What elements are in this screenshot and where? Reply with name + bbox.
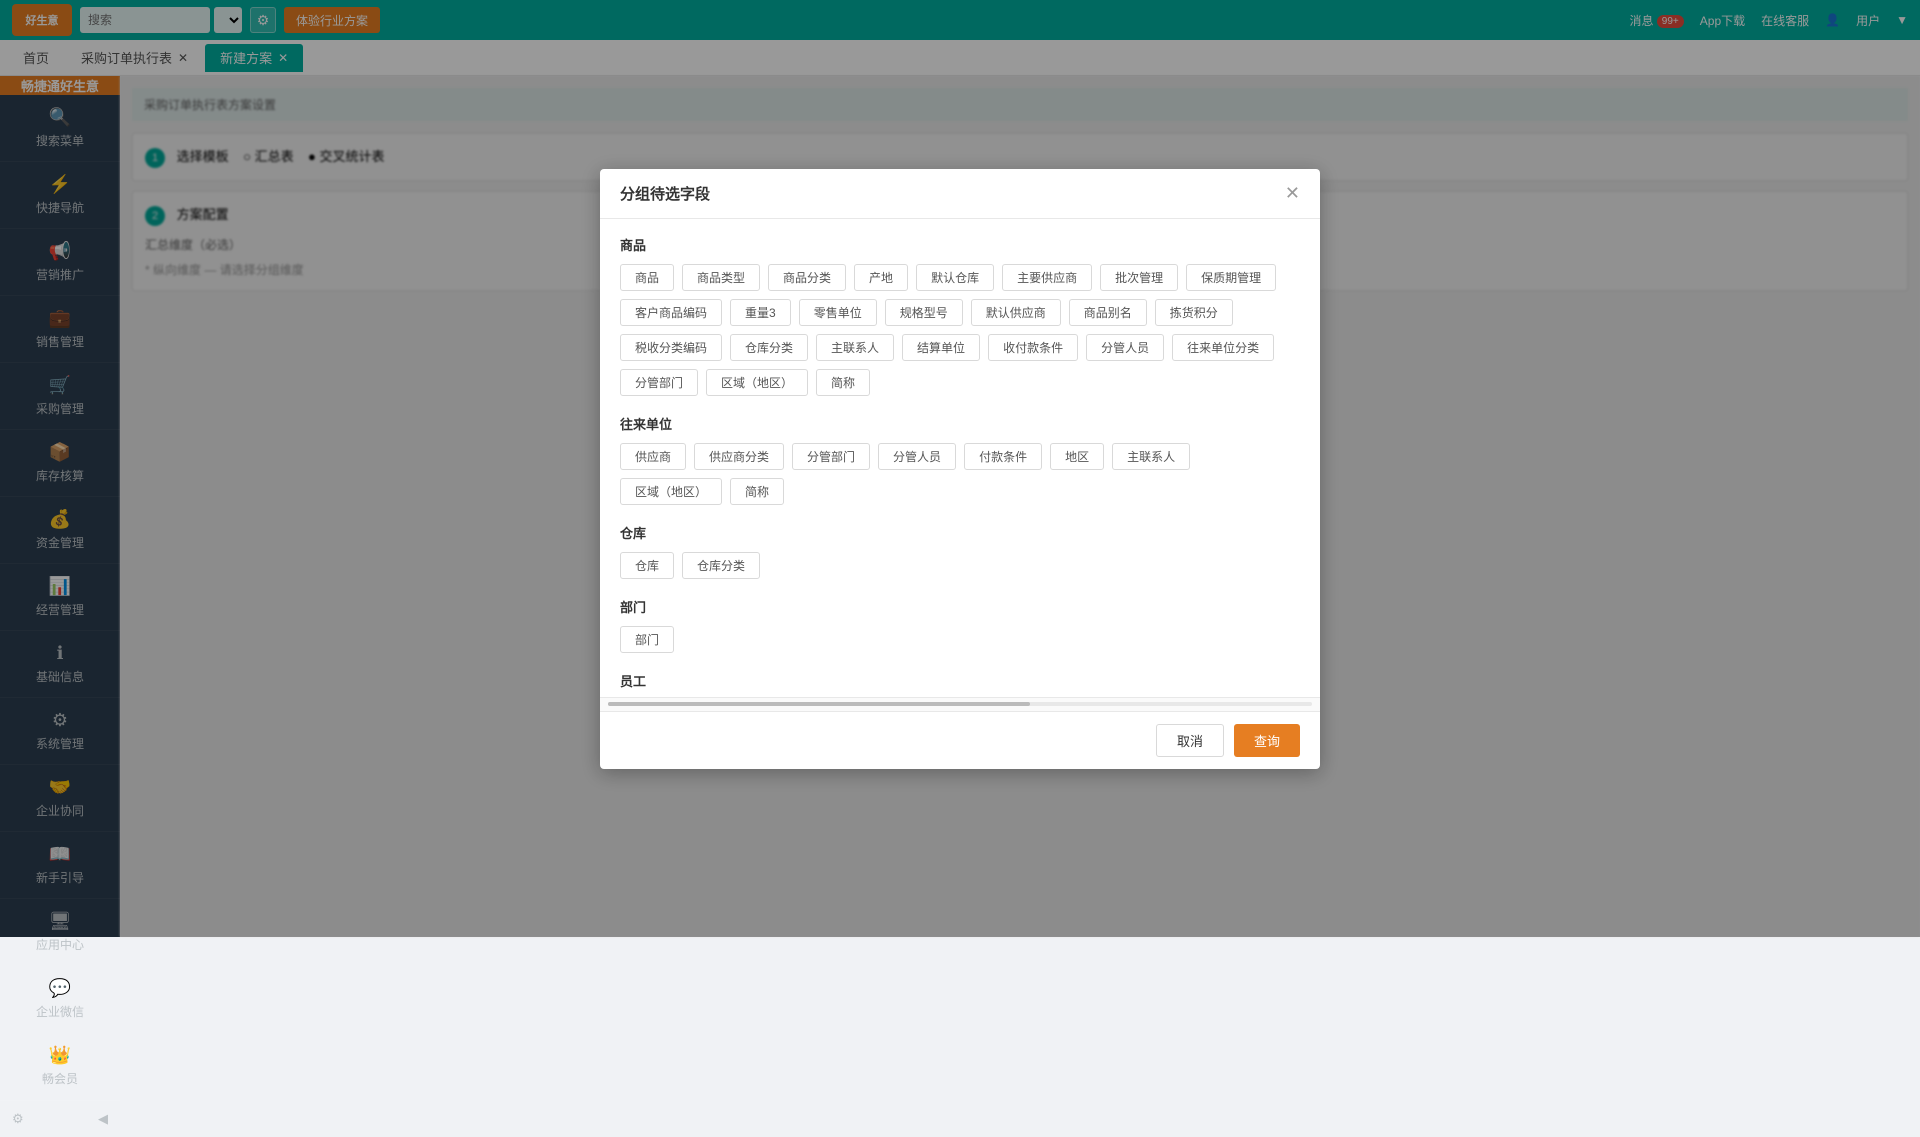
field-tag-supervisor[interactable]: 分管人员 [1086, 334, 1164, 361]
field-tag-main-supplier[interactable]: 主要供应商 [1002, 264, 1092, 291]
field-tag-dept[interactable]: 分管部门 [620, 369, 698, 396]
sidebar-collapse-icon[interactable]: ◀ [98, 1111, 108, 1127]
field-tag-retail-unit[interactable]: 零售单位 [799, 299, 877, 326]
field-tag-spec-model[interactable]: 规格型号 [885, 299, 963, 326]
field-tag-transaction-category[interactable]: 往来单位分类 [1172, 334, 1274, 361]
field-tag-warehouse-category[interactable]: 仓库分类 [730, 334, 808, 361]
field-tag-default-warehouse[interactable]: 默认仓库 [916, 264, 994, 291]
modal-horizontal-scrollbar[interactable] [600, 697, 1320, 711]
field-tag-pick-points[interactable]: 拣货积分 [1155, 299, 1233, 326]
field-tag-tax-code[interactable]: 税收分类编码 [620, 334, 722, 361]
field-tag-product-alias[interactable]: 商品别名 [1069, 299, 1147, 326]
department-fields: 部门 [620, 626, 1300, 653]
sidebar-item-apps-label: 应用中心 [36, 936, 84, 953]
field-group-transaction-title: 往来单位 [620, 414, 1300, 433]
wechat-icon: 💬 [49, 978, 71, 999]
warehouse-fields: 仓库 仓库分类 [620, 552, 1300, 579]
field-tag-pay-condition[interactable]: 付款条件 [964, 443, 1042, 470]
transaction-fields: 供应商 供应商分类 分管部门 分管人员 付款条件 地区 主联系人 区域（地区） … [620, 443, 1300, 505]
field-group-department: 部门 部门 [620, 597, 1300, 653]
field-tag-payment-terms[interactable]: 收付款条件 [988, 334, 1078, 361]
field-tag-product[interactable]: 商品 [620, 264, 674, 291]
field-tag-warehouse[interactable]: 仓库 [620, 552, 674, 579]
product-fields: 商品 商品类型 商品分类 产地 默认仓库 主要供应商 批次管理 保质期管理 客户… [620, 264, 1300, 396]
field-tag-department[interactable]: 部门 [620, 626, 674, 653]
field-tag-weight3[interactable]: 重量3 [730, 299, 791, 326]
field-group-transaction: 往来单位 供应商 供应商分类 分管部门 分管人员 付款条件 地区 主联系人 区域… [620, 414, 1300, 505]
field-tag-abbr[interactable]: 简称 [816, 369, 870, 396]
confirm-button[interactable]: 查询 [1234, 724, 1300, 757]
field-tag-supplier-category[interactable]: 供应商分类 [694, 443, 784, 470]
sidebar-bottom: ⚙ ◀ [0, 1100, 120, 1137]
modal-body: 商品 商品 商品类型 商品分类 产地 默认仓库 主要供应商 批次管理 保质期管理… [600, 219, 1320, 697]
field-group-product-title: 商品 [620, 235, 1300, 254]
field-select-modal: 分组待选字段 ✕ 商品 商品 商品类型 商品分类 产地 默认仓库 主要供应商 批… [600, 169, 1320, 769]
field-tag-abbr2[interactable]: 简称 [730, 478, 784, 505]
field-tag-main-contact[interactable]: 主联系人 [816, 334, 894, 361]
modal-overlay: 分组待选字段 ✕ 商品 商品 商品类型 商品分类 产地 默认仓库 主要供应商 批… [0, 0, 1920, 937]
sidebar-settings-icon[interactable]: ⚙ [12, 1111, 24, 1127]
field-tag-customer-product-code[interactable]: 客户商品编码 [620, 299, 722, 326]
field-tag-area[interactable]: 地区 [1050, 443, 1104, 470]
field-tag-supplier[interactable]: 供应商 [620, 443, 686, 470]
modal-title: 分组待选字段 [620, 183, 710, 204]
modal-header: 分组待选字段 ✕ [600, 169, 1320, 219]
field-tag-warehouse-class[interactable]: 仓库分类 [682, 552, 760, 579]
field-tag-expiry-mgmt[interactable]: 保质期管理 [1186, 264, 1276, 291]
field-tag-batch-mgmt[interactable]: 批次管理 [1100, 264, 1178, 291]
field-tag-mgmt-dept[interactable]: 分管部门 [792, 443, 870, 470]
field-group-product: 商品 商品 商品类型 商品分类 产地 默认仓库 主要供应商 批次管理 保质期管理… [620, 235, 1300, 396]
field-tag-region2[interactable]: 区域（地区） [620, 478, 722, 505]
field-tag-product-type[interactable]: 商品类型 [682, 264, 760, 291]
field-tag-mgmt-person[interactable]: 分管人员 [878, 443, 956, 470]
field-group-warehouse: 仓库 仓库 仓库分类 [620, 523, 1300, 579]
sidebar-item-wechat[interactable]: 💬 企业微信 [0, 966, 120, 1033]
field-group-employee: 员工 业务员 [620, 671, 1300, 697]
cancel-button[interactable]: 取消 [1156, 724, 1224, 757]
field-tag-product-category[interactable]: 商品分类 [768, 264, 846, 291]
field-group-department-title: 部门 [620, 597, 1300, 616]
field-tag-settlement-unit[interactable]: 结算单位 [902, 334, 980, 361]
sidebar-item-wechat-label: 企业微信 [36, 1003, 84, 1020]
field-group-employee-title: 员工 [620, 671, 1300, 690]
field-tag-default-supplier[interactable]: 默认供应商 [971, 299, 1061, 326]
field-group-warehouse-title: 仓库 [620, 523, 1300, 542]
field-tag-region[interactable]: 区域（地区） [706, 369, 808, 396]
field-tag-main-contact2[interactable]: 主联系人 [1112, 443, 1190, 470]
modal-close-button[interactable]: ✕ [1285, 183, 1300, 204]
sidebar-item-member[interactable]: 👑 畅会员 [0, 1033, 120, 1100]
modal-footer: 取消 查询 [600, 711, 1320, 769]
field-tag-origin[interactable]: 产地 [854, 264, 908, 291]
sidebar-item-member-label: 畅会员 [42, 1070, 78, 1087]
member-icon: 👑 [49, 1045, 71, 1066]
